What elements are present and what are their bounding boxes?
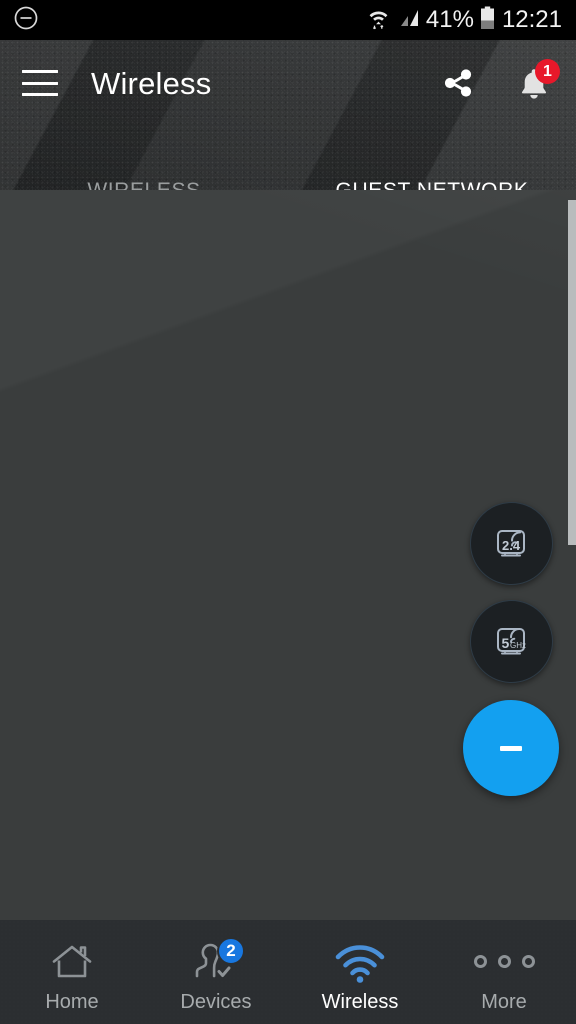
- tab-guest-network[interactable]: GUEST NETWORK: [288, 158, 576, 190]
- nav-label-devices: Devices: [180, 990, 252, 1013]
- battery-icon: [480, 6, 495, 35]
- content-scrollbar[interactable]: [568, 200, 576, 545]
- tab-guest-network-label: GUEST NETWORK: [336, 179, 529, 190]
- nav-item-home[interactable]: Home: [0, 920, 144, 1024]
- router-wifi-icon: 2.4: [497, 529, 525, 556]
- guest-network-24ghz-fab[interactable]: 2.4: [469, 502, 553, 585]
- system-status-bar: 41% 12:21: [0, 0, 576, 40]
- status-bar-left-group: [13, 5, 39, 36]
- wifi-transfer-icon: [367, 6, 390, 35]
- add-guest-network-fab[interactable]: [463, 700, 559, 796]
- page-title: Wireless: [91, 65, 212, 101]
- dot: [497, 955, 511, 968]
- house-icon: [52, 945, 92, 977]
- notifications-badge: 1: [535, 59, 560, 84]
- three-dots-icon: [473, 955, 535, 968]
- battery-percent-label: 41%: [425, 6, 474, 33]
- tab-wireless-label: WIRELESS: [87, 179, 200, 190]
- svg-text:GHz: GHz: [510, 641, 526, 650]
- hamburger-line: [22, 70, 58, 73]
- nav-item-more[interactable]: More: [432, 920, 576, 1024]
- tab-bar: WIRELESS GUEST NETWORK: [0, 158, 576, 190]
- nav-icon-home-wrap: [49, 939, 95, 985]
- nav-label-more: More: [481, 990, 527, 1013]
- nav-item-wireless[interactable]: Wireless: [288, 920, 432, 1024]
- svg-text:5: 5: [502, 635, 510, 651]
- app-header: Wireless 1: [0, 40, 576, 190]
- bell-icon[interactable]: 1: [514, 59, 560, 103]
- dot: [473, 955, 487, 968]
- tab-wireless[interactable]: WIRELESS: [0, 158, 288, 190]
- minus-icon: [500, 745, 522, 751]
- clock-label: 12:21: [501, 6, 562, 33]
- svg-text:2.4: 2.4: [502, 538, 521, 553]
- app-screen: 41% 12:21 Wireless 1 2.4 5 GHz Home 2 De…: [0, 0, 576, 1024]
- wifi-icon: [335, 944, 385, 983]
- status-bar-right-group: 41% 12:21: [367, 6, 562, 35]
- nav-icon-wireless-wrap: [332, 939, 388, 985]
- cellular-signal-icon: [397, 7, 419, 34]
- share-icon[interactable]: [438, 63, 478, 103]
- nav-icon-devices-wrap: 2: [193, 936, 245, 985]
- app-bar: Wireless 1: [0, 40, 576, 126]
- hamburger-line: [22, 81, 58, 85]
- bottom-navigation-bar: Home 2 Devices Wireless More: [0, 920, 576, 1024]
- nav-label-home: Home: [45, 990, 99, 1013]
- circle-minus-icon: [13, 5, 39, 36]
- fab-speed-dial: 2.4 5 GHz: [463, 502, 559, 796]
- nav-item-devices[interactable]: 2 Devices: [144, 920, 288, 1024]
- nav-icon-more-wrap: [473, 939, 535, 985]
- router-wifi-icon: 5 GHz: [497, 627, 526, 654]
- devices-badge: 2: [217, 936, 245, 965]
- guest-network-content-area: 2.4 5 GHz: [0, 190, 576, 920]
- nav-label-wireless: Wireless: [321, 990, 399, 1013]
- hamburger-line: [22, 93, 58, 96]
- app-bar-actions: 1: [438, 59, 560, 103]
- dot: [521, 955, 535, 968]
- guest-network-5ghz-fab[interactable]: 5 GHz: [469, 600, 553, 683]
- hamburger-menu-icon[interactable]: [22, 70, 58, 96]
